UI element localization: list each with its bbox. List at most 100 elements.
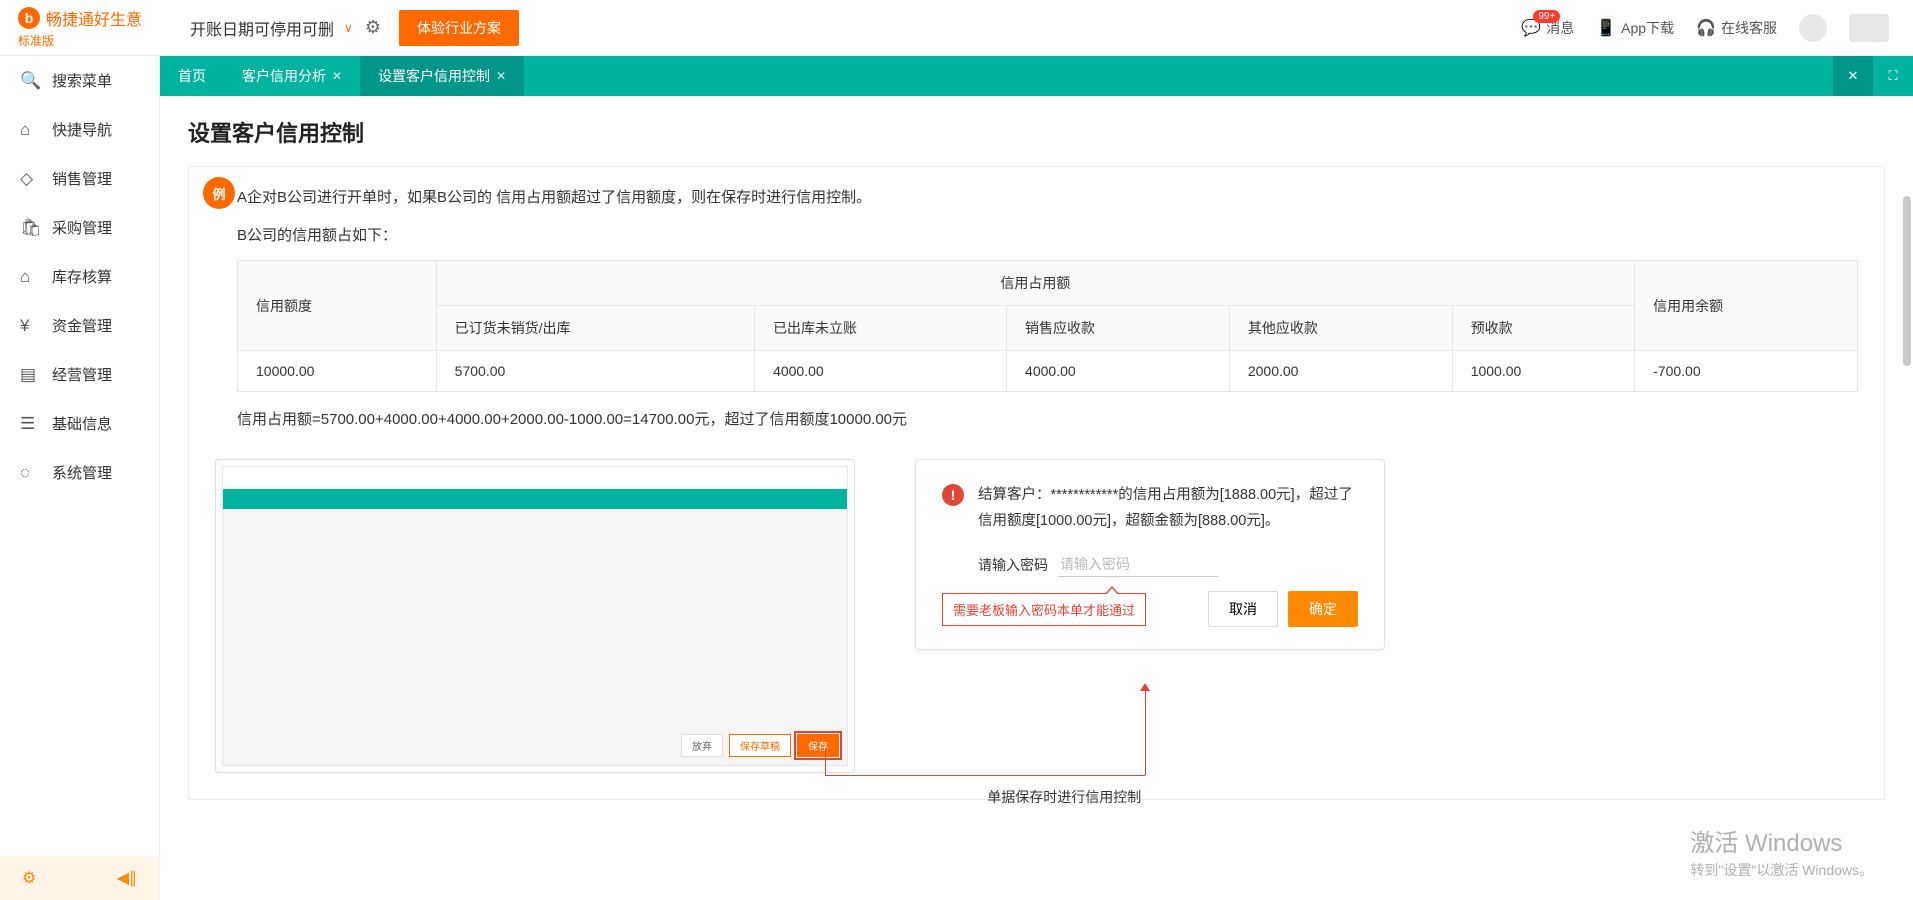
sidebar-item-label: 资金管理 bbox=[52, 315, 112, 336]
app-download-link[interactable]: 📱 App下载 bbox=[1596, 18, 1674, 38]
th-credit-limit: 信用额度 bbox=[238, 261, 437, 351]
page-title: 设置客户信用控制 bbox=[188, 116, 1885, 148]
help-content-pane: 例 A企对B公司进行开单时，如果B公司的 信用占用额超过了信用额度，则在保存时进… bbox=[188, 166, 1885, 800]
th-c1: 已订货未销货/出库 bbox=[436, 306, 754, 351]
headset-icon: 🎧 bbox=[1696, 18, 1716, 38]
dialog-cancel-button[interactable]: 取消 bbox=[1208, 591, 1278, 627]
account-period-selector[interactable]: 开账日期可停用可删 ∨ bbox=[190, 16, 353, 40]
td-c5: 1000.00 bbox=[1452, 351, 1634, 392]
sidebar-item-label: 销售管理 bbox=[52, 168, 112, 189]
sidebar-item-label: 系统管理 bbox=[52, 462, 112, 483]
dialog-msg-prefix: 结算客户： bbox=[978, 487, 1051, 503]
td-limit: 10000.00 bbox=[238, 351, 437, 392]
sidebar-item-basic[interactable]: ☰ 基础信息 bbox=[0, 399, 159, 448]
order-form-illustration: 放弃 保存草稿 保存 bbox=[215, 459, 855, 773]
connector-line bbox=[1145, 689, 1146, 775]
example-paragraph-1: A企对B公司进行开单时，如果B公司的 信用占用额超过了信用额度，则在保存时进行信… bbox=[237, 185, 1858, 211]
credit-warning-dialog: ! 结算客户：************的信用占用额为[1888.00元]，超过了… bbox=[915, 459, 1385, 650]
td-c3: 4000.00 bbox=[1007, 351, 1230, 392]
tab-credit-control-settings[interactable]: 设置客户信用控制 ✕ bbox=[360, 56, 524, 96]
sidebar-item-operation[interactable]: ▤经营管理 bbox=[0, 350, 159, 399]
th-credit-used: 信用占用额 bbox=[436, 261, 1634, 306]
sidebar-item-label: 基础信息 bbox=[52, 413, 112, 434]
fullscreen-button[interactable]: ⛶ bbox=[1873, 56, 1913, 96]
sidebar-item-system[interactable]: ◌系统管理 bbox=[0, 448, 159, 497]
sidebar-item-label: 经营管理 bbox=[52, 364, 112, 385]
connector-line bbox=[825, 775, 1145, 776]
chevron-down-icon: ∨ bbox=[344, 21, 353, 35]
credit-table: 信用额度 信用占用额 信用用余额 已订货未销货/出库 已出库未立账 销售应收款 … bbox=[237, 260, 1858, 392]
password-hint-note: 需要老板输入密码本单才能通过 bbox=[942, 593, 1146, 626]
td-c1: 5700.00 bbox=[436, 351, 754, 392]
sidebar-item-inventory[interactable]: ⌂库存核算 bbox=[0, 252, 159, 301]
mini-discard-button: 放弃 bbox=[681, 734, 723, 757]
password-label: 请输入密码 bbox=[978, 555, 1048, 575]
th-c2: 已出库未立账 bbox=[755, 306, 1007, 351]
close-icon[interactable]: ✕ bbox=[332, 69, 342, 83]
online-service-link[interactable]: 🎧 在线客服 bbox=[1696, 18, 1777, 38]
td-c4: 2000.00 bbox=[1229, 351, 1452, 392]
top-bar: b 畅捷通好生意 标准版 开账日期可停用可删 ∨ ⚙ 体验行业方案 💬 消息 9… bbox=[0, 0, 1913, 56]
warehouse-icon: ⌂ bbox=[20, 267, 40, 287]
close-all-tabs-button[interactable]: ✕ bbox=[1833, 56, 1873, 96]
tab-label: 设置客户信用控制 bbox=[378, 66, 490, 86]
td-balance: -700.00 bbox=[1635, 351, 1858, 392]
app-download-label: App下载 bbox=[1621, 18, 1674, 38]
sidebar-footer: ⚙ ◀∥ bbox=[0, 856, 159, 900]
warning-icon: ! bbox=[942, 484, 964, 506]
brand-logo-icon: b bbox=[18, 7, 40, 29]
user-avatar[interactable] bbox=[1799, 14, 1827, 42]
tag-icon: ◇ bbox=[20, 169, 40, 189]
connector-line bbox=[825, 749, 826, 775]
windows-activation-watermark: 激活 Windows 转到"设置"以激活 Windows。 bbox=[1690, 823, 1873, 880]
settings-icon[interactable]: ⚙ bbox=[22, 868, 36, 888]
watermark-line2: 转到"设置"以激活 Windows。 bbox=[1690, 860, 1873, 880]
dialog-ok-button[interactable]: 确定 bbox=[1288, 591, 1358, 627]
table-row: 10000.00 5700.00 4000.00 4000.00 2000.00… bbox=[238, 351, 1858, 392]
th-c5: 预收款 bbox=[1452, 306, 1634, 351]
brand-block: b 畅捷通好生意 标准版 bbox=[0, 6, 160, 49]
close-icon[interactable]: ✕ bbox=[496, 69, 506, 83]
brand-name: 畅捷通好生意 bbox=[46, 6, 142, 30]
th-credit-balance: 信用用余额 bbox=[1635, 261, 1858, 351]
page-content: 设置客户信用控制 例 A企对B公司进行开单时，如果B公司的 信用占用额超过了信用… bbox=[160, 96, 1913, 900]
collapse-sidebar-icon[interactable]: ◀∥ bbox=[117, 868, 137, 888]
user-menu[interactable] bbox=[1849, 14, 1889, 42]
search-icon: 🔍 bbox=[20, 71, 40, 91]
online-service-label: 在线客服 bbox=[1721, 18, 1777, 38]
sidebar-item-fund[interactable]: ¥ 资金管理 bbox=[0, 301, 159, 350]
mini-save-button: 保存 bbox=[797, 734, 839, 757]
settings-gear-icon[interactable]: ⚙ bbox=[365, 17, 381, 38]
yen-icon: ¥ bbox=[20, 316, 40, 336]
sidebar-item-purchase[interactable]: 🛍 采购管理 bbox=[0, 203, 159, 252]
th-c3: 销售应收款 bbox=[1007, 306, 1230, 351]
scrollbar-thumb[interactable] bbox=[1903, 196, 1911, 366]
credit-control-dialog-illustration: ! 结算客户：************的信用占用额为[1888.00元]，超过了… bbox=[915, 459, 1385, 650]
list-icon: ☰ bbox=[20, 414, 40, 434]
watermark-line1: 激活 Windows bbox=[1690, 823, 1873, 858]
tab-bar: 首页 客户信用分析✕ 设置客户信用控制 ✕ ✕ ⛶ bbox=[160, 56, 1913, 96]
mini-save-draft-button: 保存草稿 bbox=[729, 734, 791, 757]
illustration-row: 放弃 保存草稿 保存 ! bbox=[215, 459, 1858, 773]
tab-label: 首页 bbox=[178, 66, 206, 86]
example-badge: 例 bbox=[203, 177, 235, 209]
messages-link[interactable]: 💬 消息 99+ bbox=[1521, 18, 1574, 38]
promo-button[interactable]: 体验行业方案 bbox=[399, 10, 519, 46]
formula-text: 信用占用额=5700.00+4000.00+4000.00+2000.00-10… bbox=[237, 408, 1858, 429]
tab-credit-analysis[interactable]: 客户信用分析✕ bbox=[224, 56, 360, 96]
example-paragraph-2: B公司的信用额占如下： bbox=[237, 223, 1858, 249]
dialog-msg-mask: ************ bbox=[1051, 487, 1119, 503]
password-input[interactable] bbox=[1058, 552, 1218, 577]
messages-badge: 99+ bbox=[1533, 10, 1560, 23]
phone-icon: 📱 bbox=[1596, 18, 1616, 38]
brand-edition: 标准版 bbox=[18, 32, 160, 49]
sidebar-item-sales[interactable]: ◇ 销售管理 bbox=[0, 154, 159, 203]
sidebar-item-search-menu[interactable]: 🔍搜索菜单 bbox=[0, 56, 159, 105]
dialog-message: 结算客户：************的信用占用额为[1888.00元]，超过了信用… bbox=[978, 482, 1358, 534]
bag-icon: 🛍 bbox=[20, 218, 40, 238]
sidebar: 🔍搜索菜单 ⌂快捷导航 ◇ 销售管理 🛍 采购管理 ⌂库存核算 ¥ 资金管理 ▤经营管… bbox=[0, 56, 160, 900]
sidebar-item-quick-nav[interactable]: ⌂快捷导航 bbox=[0, 105, 159, 154]
sidebar-item-label: 采购管理 bbox=[52, 217, 112, 238]
tab-home[interactable]: 首页 bbox=[160, 56, 224, 96]
arrow-up-icon bbox=[1140, 683, 1150, 691]
